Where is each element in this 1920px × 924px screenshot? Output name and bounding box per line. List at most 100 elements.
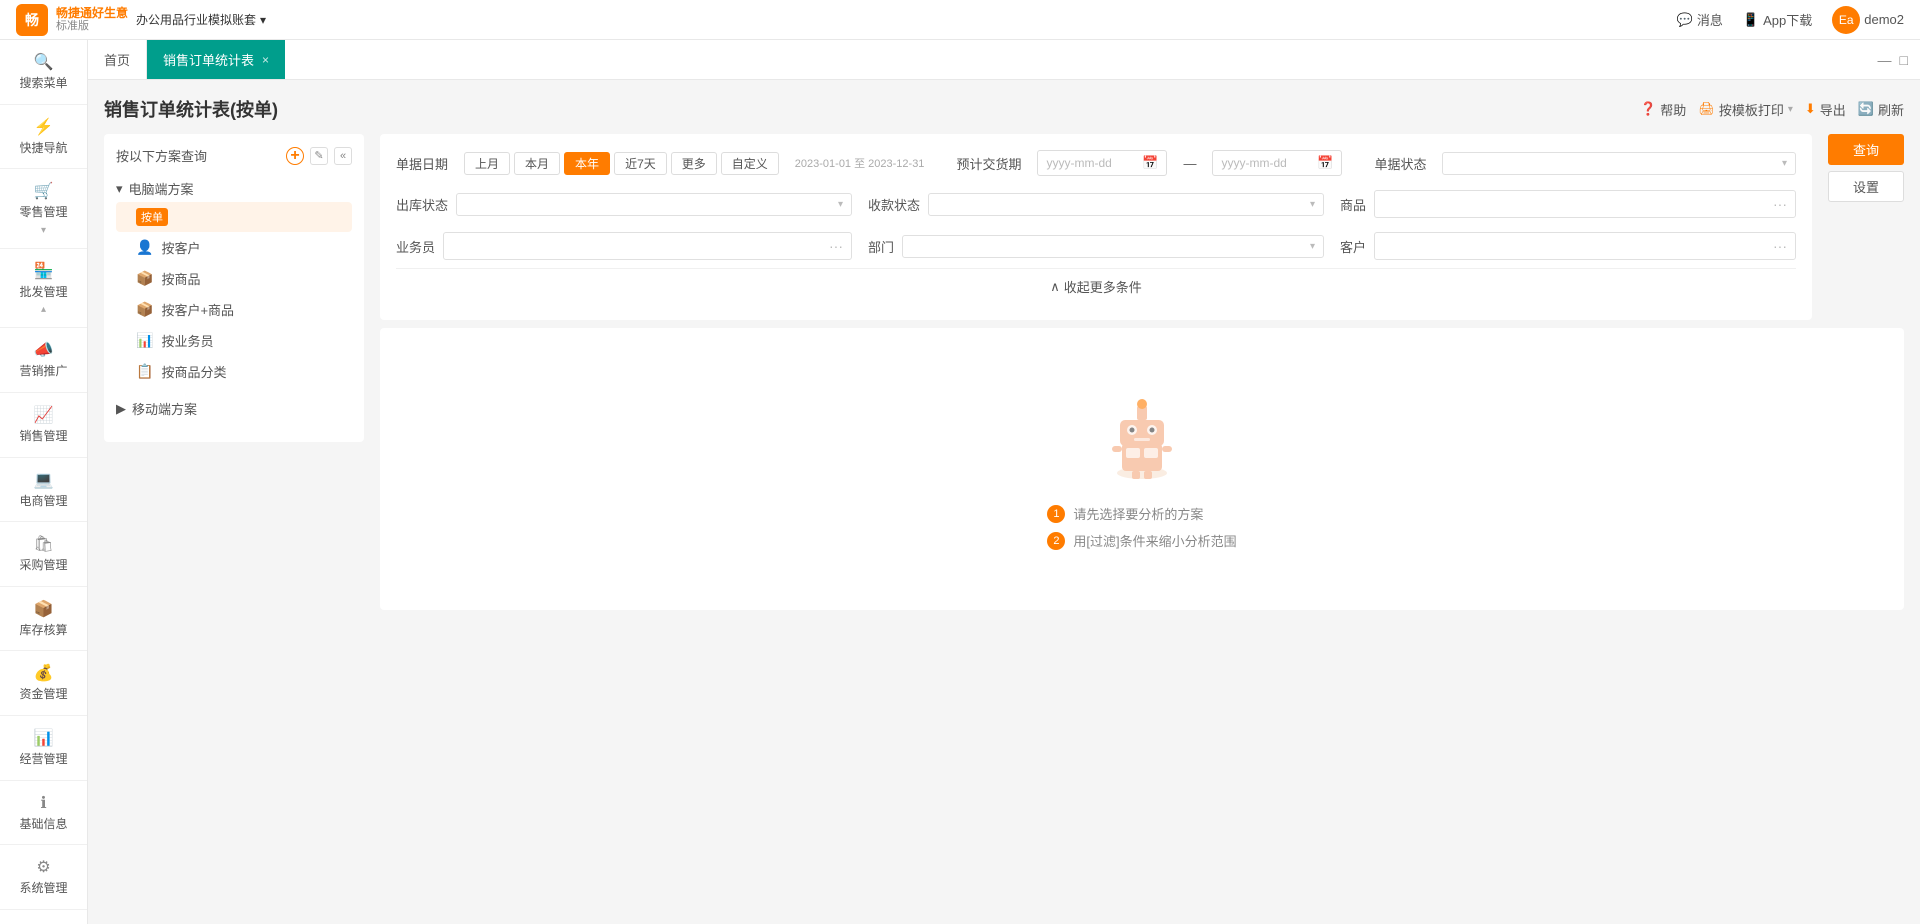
product-more-icon: ··· [1773, 196, 1787, 212]
tab-sales-order-stats[interactable]: 销售订单统计表 × [147, 40, 285, 79]
calendar-to-icon: 📅 [1317, 155, 1333, 171]
customer-scheme-icon: 👤 [136, 239, 153, 256]
expected-date-label: 预计交货期 [956, 154, 1021, 173]
scheme-collapse-button[interactable]: « [334, 147, 352, 165]
sidebar-item-ecommerce[interactable]: 💻 电商管理 [0, 458, 87, 523]
sidebar-item-operations[interactable]: 📊 经营管理 [0, 716, 87, 781]
page-header: 销售订单统计表(按单) ❓ 帮助 🖨 按模板打印 ▾ ⬇ 导出 [104, 96, 1904, 122]
date-buttons: 上月 本月 本年 近7天 更多 自定义 [464, 152, 779, 175]
scheme-section-toggle[interactable]: ▾ 电脑端方案 [116, 175, 352, 202]
help-icon: ❓ [1640, 101, 1656, 117]
scheme-item-by-salesperson[interactable]: 📊 按业务员 [116, 325, 352, 356]
delivery-status-group: 出库状态 ▾ [396, 193, 852, 216]
customer-input[interactable]: ··· [1374, 232, 1796, 260]
main-layout: 🔍 搜索菜单 ⚡ 快捷导航 🛒 零售管理 ▾ 🏪 批发管理 ▴ 📣 营销推广 📈… [0, 40, 1920, 924]
refresh-button[interactable]: 🔄 刷新 [1858, 100, 1904, 119]
scheme-panel: 按以下方案查询 + ✎ « ▾ 电脑端方案 [104, 134, 364, 442]
scheme-mobile-toggle[interactable]: ▶ 移动端方案 [116, 395, 352, 422]
filter-right-col: 单据日期 上月 本月 本年 近7天 更多 自定义 [380, 134, 1904, 610]
product-input[interactable]: ··· [1374, 190, 1796, 218]
ecommerce-icon: 💻 [34, 470, 54, 490]
sidebar-item-basic[interactable]: ℹ 基础信息 [0, 781, 87, 846]
sidebar-item-finance[interactable]: 💰 资金管理 [0, 651, 87, 716]
app-download-button[interactable]: 📱 App下载 [1743, 10, 1812, 29]
date-btn-last-month[interactable]: 上月 [464, 152, 510, 175]
empty-hints: 1 请先选择要分析的方案 2 用[过滤]条件来缩小分析范围 [1047, 504, 1236, 550]
sidebar-item-search[interactable]: 🔍 搜索菜单 [0, 40, 87, 105]
status-select[interactable]: ▾ [1442, 152, 1796, 175]
date-range-display: 2023-01-01 至 2023-12-31 [795, 155, 925, 171]
sidebar-item-inventory[interactable]: 📦 库存核算 [0, 587, 87, 652]
scheme-item-by-customer-product[interactable]: 📦 按客户+商品 [116, 294, 352, 325]
sidebar-item-marketing[interactable]: 📣 营销推广 [0, 328, 87, 393]
wholesale-icon: 🏪 [34, 261, 54, 281]
page-title: 销售订单统计表(按单) [104, 96, 278, 122]
date-btn-this-year[interactable]: 本年 [564, 152, 610, 175]
date-btn-more[interactable]: 更多 [671, 152, 717, 175]
sidebar-item-nav[interactable]: ⚡ 快捷导航 [0, 105, 87, 170]
page-content: 销售订单统计表(按单) ❓ 帮助 🖨 按模板打印 ▾ ⬇ 导出 [88, 80, 1920, 924]
scheme-panel-header: 按以下方案查询 + ✎ « [116, 146, 352, 165]
title-dropdown[interactable]: 办公用品行业模拟账套 ▾ [136, 11, 266, 28]
settings-button[interactable]: 设置 [1828, 171, 1904, 202]
export-button[interactable]: ⬇ 导出 [1805, 100, 1846, 119]
sidebar-item-retail[interactable]: 🛒 零售管理 ▾ [0, 169, 87, 249]
date-btn-this-month[interactable]: 本月 [514, 152, 560, 175]
sidebar-item-wholesale[interactable]: 🏪 批发管理 ▴ [0, 249, 87, 329]
product-group: 商品 ··· [1340, 190, 1796, 218]
scheme-items-list: 按单 👤 按客户 📦 按商品 📦 [116, 202, 352, 387]
scheme-pc-section: ▾ 电脑端方案 按单 👤 按客户 📦 [116, 175, 352, 387]
logo-icon: 畅 [16, 4, 48, 36]
retail-icon: 🛒 [34, 181, 54, 201]
expected-date-from[interactable]: yyyy-mm-dd 📅 [1037, 150, 1167, 176]
sales-icon: 📈 [34, 405, 54, 425]
filter-row-3: 业务员 ··· 部门 ▾ [396, 232, 1796, 260]
scheme-add-button[interactable]: + [286, 147, 304, 165]
calendar-from-icon: 📅 [1142, 155, 1158, 171]
purchase-icon: 🛍 [33, 534, 53, 554]
salesperson-input[interactable]: ··· [443, 232, 852, 260]
empty-hint-1: 1 请先选择要分析的方案 [1047, 504, 1236, 523]
collapse-button[interactable]: ∧ 收起更多条件 [1050, 277, 1142, 296]
query-button[interactable]: 查询 [1828, 134, 1904, 165]
message-icon: 💬 [1677, 12, 1693, 28]
tab-minimize-icon[interactable]: — [1878, 52, 1892, 68]
sidebar-item-enterprise[interactable]: 🤝 企业协同 [0, 910, 87, 924]
topbar-left: 畅 畅捷通好生意 标准版 办公用品行业模拟账套 ▾ [16, 4, 266, 36]
section-triangle-icon: ▾ [116, 181, 123, 197]
scheme-item-by-category[interactable]: 📋 按商品分类 [116, 356, 352, 387]
user-profile[interactable]: Ea demo2 [1832, 6, 1904, 34]
help-button[interactable]: ❓ 帮助 [1640, 100, 1686, 119]
print-button[interactable]: 🖨 按模板打印 ▾ [1698, 100, 1793, 119]
message-button[interactable]: 💬 消息 [1677, 10, 1723, 29]
scheme-item-by-customer[interactable]: 👤 按客户 [116, 232, 352, 263]
filter-with-btn: 单据日期 上月 本月 本年 近7天 更多 自定义 [380, 134, 1904, 320]
filter-fields: 单据日期 上月 本月 本年 近7天 更多 自定义 [380, 134, 1812, 320]
sidebar-item-sales[interactable]: 📈 销售管理 [0, 393, 87, 458]
scheme-item-by-order[interactable]: 按单 [116, 202, 352, 232]
system-icon: ⚙ [36, 857, 50, 877]
date-btn-7days[interactable]: 近7天 [614, 152, 667, 175]
action-btn-group: 查询 设置 [1828, 134, 1904, 202]
delivery-select[interactable]: ▾ [456, 193, 852, 216]
date-btn-custom[interactable]: 自定义 [721, 152, 779, 175]
mobile-triangle-icon: ▶ [116, 401, 126, 417]
category-scheme-icon: 📋 [136, 363, 153, 380]
delivery-dropdown-icon: ▾ [838, 199, 843, 210]
sidebar: 🔍 搜索菜单 ⚡ 快捷导航 🛒 零售管理 ▾ 🏪 批发管理 ▴ 📣 营销推广 📈… [0, 40, 88, 924]
expected-date-to[interactable]: yyyy-mm-dd 📅 [1212, 150, 1342, 176]
tab-maximize-icon[interactable]: □ [1900, 52, 1908, 68]
customer-more-icon: ··· [1773, 238, 1787, 254]
avatar: Ea [1832, 6, 1860, 34]
chevron-up-icon: ▴ [41, 304, 46, 315]
salesperson-more-icon: ··· [829, 238, 843, 254]
scheme-edit-button[interactable]: ✎ [310, 147, 328, 165]
dept-dropdown-icon: ▾ [1310, 241, 1315, 252]
tab-close-icon[interactable]: × [262, 53, 269, 67]
sidebar-item-purchase[interactable]: 🛍 采购管理 [0, 522, 87, 587]
scheme-item-by-product[interactable]: 📦 按商品 [116, 263, 352, 294]
sidebar-item-system[interactable]: ⚙ 系统管理 [0, 845, 87, 910]
payment-select[interactable]: ▾ [928, 193, 1324, 216]
dept-select[interactable]: ▾ [902, 235, 1324, 258]
tab-home[interactable]: 首页 [88, 40, 147, 79]
